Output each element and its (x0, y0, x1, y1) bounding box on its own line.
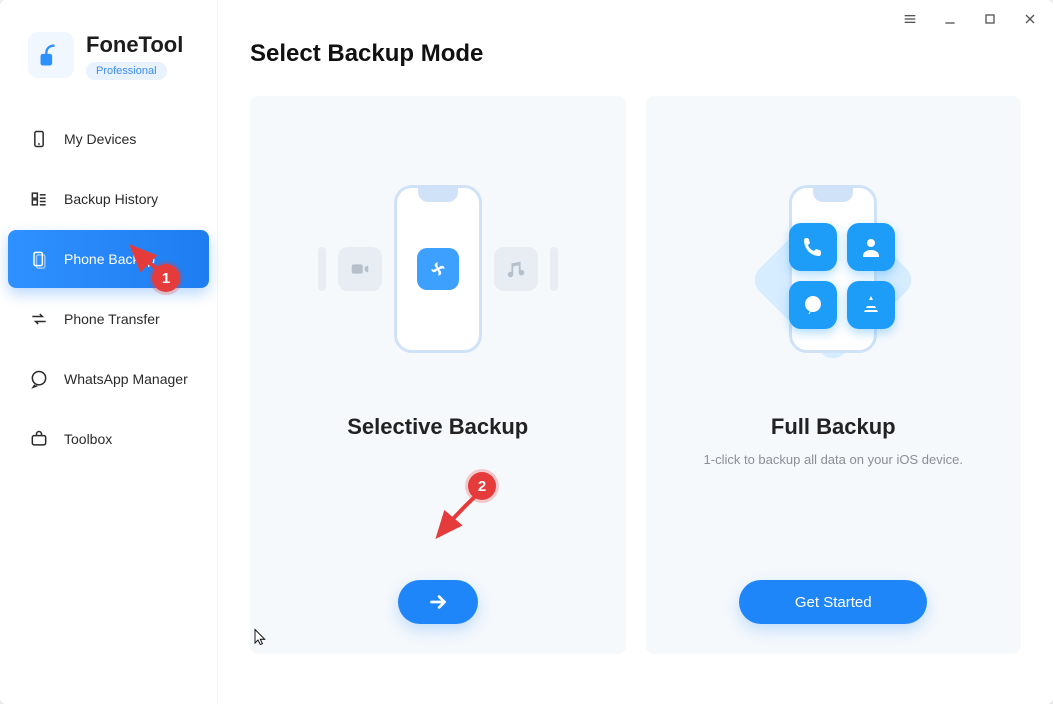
carousel-edge-right (550, 247, 558, 291)
backup-mode-cards: Selective Backup 2 (250, 96, 1021, 654)
video-icon (338, 247, 382, 291)
menu-icon[interactable] (901, 10, 919, 28)
selective-backup-go-button[interactable] (398, 580, 478, 624)
phone-stack-icon (28, 248, 50, 270)
sidebar-item-my-devices[interactable]: My Devices (8, 110, 209, 168)
sidebar-item-whatsapp-manager[interactable]: WhatsApp Manager (8, 350, 209, 408)
selective-backup-illustration (318, 164, 558, 374)
card-selective-backup[interactable]: Selective Backup 2 (250, 96, 626, 654)
brand-badge: Professional (86, 62, 167, 80)
phone-outline-icon (28, 128, 50, 150)
sidebar-item-phone-transfer[interactable]: Phone Transfer (8, 290, 209, 348)
app-window: FoneTool Professional My Devices Backup … (0, 0, 1053, 704)
sidebar-item-label: My Devices (64, 131, 136, 147)
maximize-icon[interactable] (981, 10, 999, 28)
sidebar-item-label: WhatsApp Manager (64, 371, 188, 387)
toolbox-icon (28, 428, 50, 450)
close-icon[interactable] (1021, 10, 1039, 28)
brand-title: FoneTool (86, 32, 183, 58)
music-icon (494, 247, 538, 291)
brand-logo-icon (28, 32, 74, 78)
phone-illustration (394, 185, 482, 353)
transfer-arrows-icon (28, 308, 50, 330)
phone-call-icon (789, 223, 837, 271)
card-title: Selective Backup (347, 414, 528, 440)
carousel-edge-left (318, 247, 326, 291)
annotation-marker-1: 1 (152, 264, 180, 292)
button-label: Get Started (795, 594, 872, 611)
sidebar-item-label: Toolbox (64, 431, 112, 447)
app-icons-grid (789, 223, 895, 329)
fan-app-icon (417, 248, 459, 290)
brand: FoneTool Professional (0, 0, 217, 98)
sidebar-item-label: Phone Backup (64, 251, 155, 267)
sidebar-item-backup-history[interactable]: Backup History (8, 170, 209, 228)
card-subtitle: 1-click to backup all data on your iOS d… (704, 452, 963, 467)
full-backup-illustration (789, 164, 877, 374)
titlebar-controls (901, 10, 1039, 28)
annotation-marker-2: 2 (468, 472, 496, 500)
page-title: Select Backup Mode (250, 40, 1021, 68)
appstore-icon (847, 281, 895, 329)
sidebar-item-label: Backup History (64, 191, 158, 207)
minimize-icon[interactable] (941, 10, 959, 28)
sidebar-item-label: Phone Transfer (64, 311, 160, 327)
history-list-icon (28, 188, 50, 210)
contact-icon (847, 223, 895, 271)
sidebar-nav: My Devices Backup History Phone Backup P… (0, 110, 217, 470)
sidebar: FoneTool Professional My Devices Backup … (0, 0, 218, 704)
card-title: Full Backup (771, 414, 896, 440)
chat-bubble-icon (28, 368, 50, 390)
sidebar-item-toolbox[interactable]: Toolbox (8, 410, 209, 468)
main-content: Select Backup Mode (218, 0, 1053, 704)
card-full-backup[interactable]: Full Backup 1-click to backup all data o… (646, 96, 1022, 654)
message-icon (789, 281, 837, 329)
full-backup-get-started-button[interactable]: Get Started (739, 580, 927, 624)
arrow-right-icon (425, 589, 451, 615)
